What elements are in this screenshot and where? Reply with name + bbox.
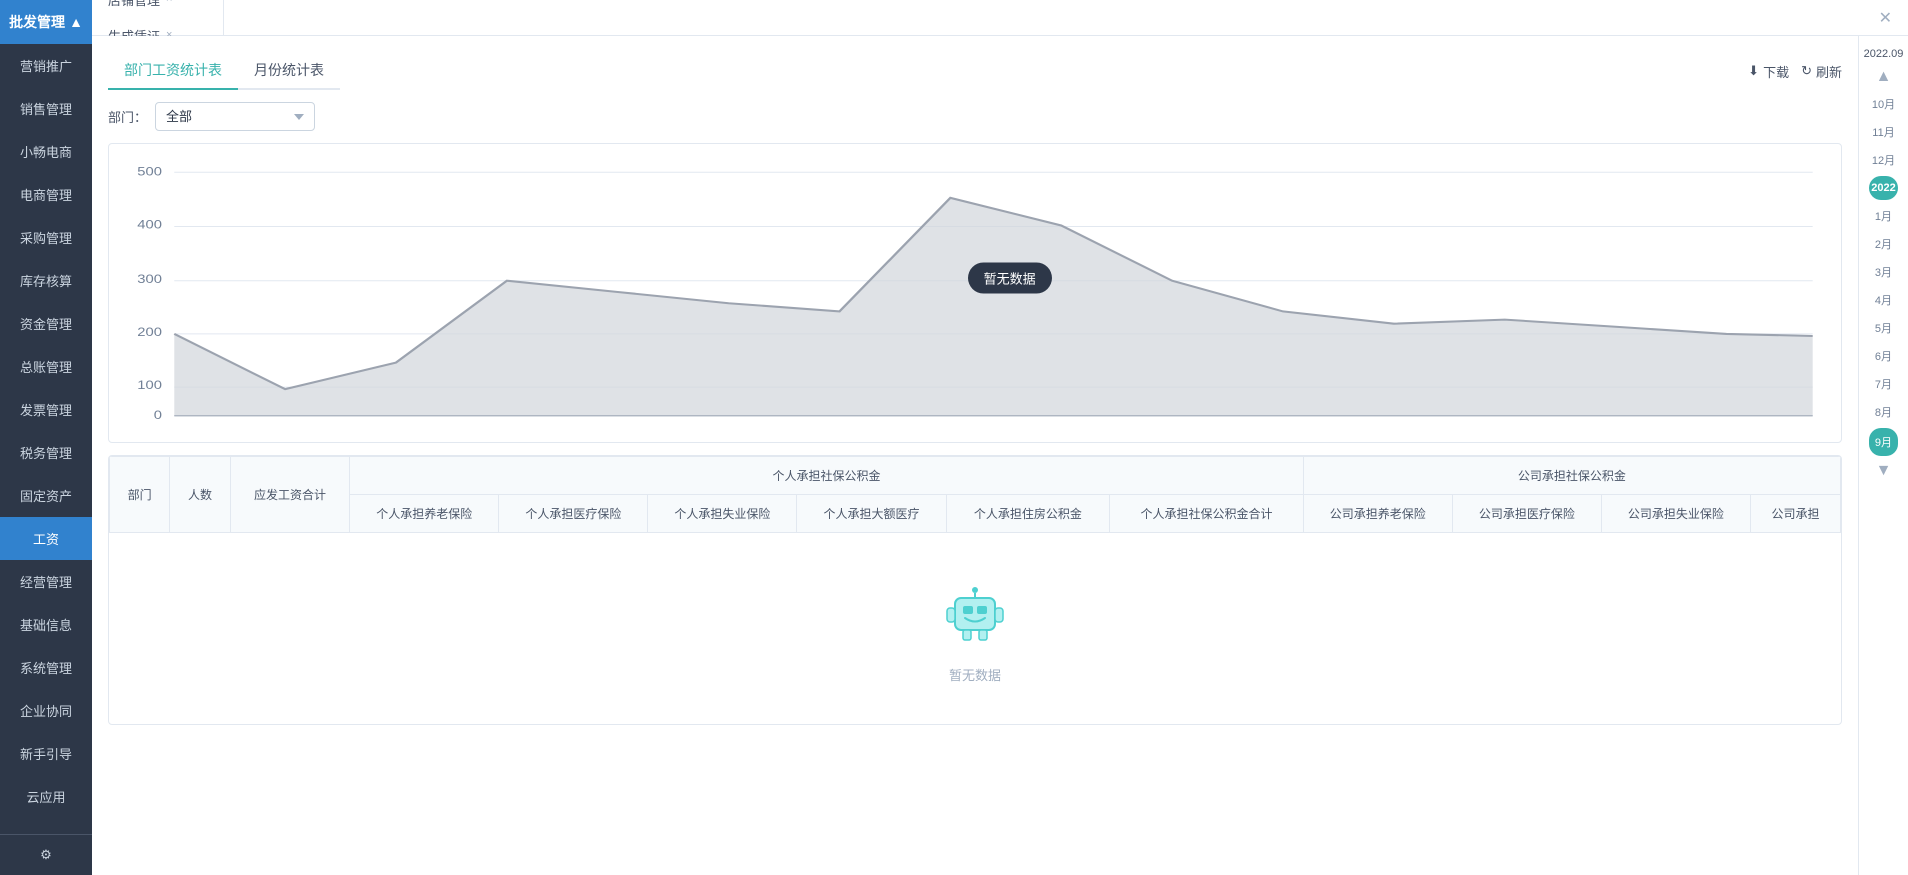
timeline-down-button[interactable]: ▼ bbox=[1872, 458, 1896, 484]
dept-select[interactable]: 全部 bbox=[155, 102, 315, 131]
timeline-item-1月[interactable]: 1月 bbox=[1863, 202, 1903, 230]
sidebar-item-inventory[interactable]: 库存核算 bbox=[0, 259, 92, 302]
th-company-unemployment: 公司承担失业保险 bbox=[1601, 495, 1750, 533]
download-label: 下载 bbox=[1763, 62, 1789, 81]
svg-text:200: 200 bbox=[137, 325, 162, 339]
sidebar: 批发管理 ▲ 营销推广销售管理小畅电商电商管理采购管理库存核算资金管理总账管理发… bbox=[0, 0, 92, 875]
timeline-item-12月[interactable]: 12月 bbox=[1863, 146, 1903, 174]
timeline-item-5月[interactable]: 5月 bbox=[1863, 314, 1903, 342]
timeline-item-7月[interactable]: 7月 bbox=[1863, 370, 1903, 398]
th-company-pension: 公司承担养老保险 bbox=[1303, 495, 1452, 533]
page: 部门工资统计表 月份统计表 ⬇ 下载 ↻ 刷新 部门： bbox=[92, 36, 1858, 875]
gear-icon: ⚙ bbox=[40, 847, 52, 862]
th-personal-total: 个人承担社保公积金合计 bbox=[1110, 495, 1303, 533]
sidebar-toggle-icon: ▲ bbox=[69, 14, 83, 30]
tab-close-store-mgmt[interactable]: × bbox=[166, 0, 172, 5]
timeline-item-3月[interactable]: 3月 bbox=[1863, 258, 1903, 286]
main-area: 首页门店商品目录×销货单×店铺管理×生成凭证×应收应付调整单×工资表×工资统计报… bbox=[92, 0, 1908, 875]
sidebar-item-operation[interactable]: 经营管理 bbox=[0, 560, 92, 603]
th-company-medical: 公司承担医疗保险 bbox=[1452, 495, 1601, 533]
refresh-icon: ↻ bbox=[1801, 63, 1812, 79]
svg-text:0: 0 bbox=[154, 408, 163, 422]
sidebar-title-text: 批发管理 bbox=[9, 12, 65, 32]
sidebar-item-ledger[interactable]: 总账管理 bbox=[0, 345, 92, 388]
timeline-item-9月[interactable]: 9月 bbox=[1869, 428, 1897, 456]
timeline-item-8月[interactable]: 8月 bbox=[1863, 398, 1903, 426]
download-icon: ⬇ bbox=[1748, 63, 1759, 79]
sidebar-item-salary[interactable]: 工资 bbox=[0, 517, 92, 560]
empty-state: 暂无数据 bbox=[110, 533, 1841, 724]
empty-icon bbox=[935, 573, 1015, 653]
svg-text:500: 500 bbox=[137, 165, 162, 179]
timeline-item-2月[interactable]: 2月 bbox=[1863, 230, 1903, 258]
th-personal-housing: 个人承担住房公积金 bbox=[946, 495, 1110, 533]
svg-text:300: 300 bbox=[137, 272, 162, 286]
refresh-button[interactable]: ↻ 刷新 bbox=[1801, 62, 1842, 81]
table-container: 部门 人数 应发工资合计 个人承担社保公积金 公司承担社保公积金 个人承担养老保… bbox=[108, 455, 1842, 725]
th-personal-social: 个人承担社保公积金 bbox=[350, 457, 1304, 495]
sidebar-item-guide[interactable]: 新手引导 bbox=[0, 732, 92, 775]
sidebar-item-ecommerce[interactable]: 电商管理 bbox=[0, 173, 92, 216]
timeline-up-button[interactable]: ▲ bbox=[1872, 64, 1896, 90]
table-header-row1: 部门 人数 应发工资合计 个人承担社保公积金 公司承担社保公积金 bbox=[110, 457, 1841, 495]
timeline-item-10月[interactable]: 10月 bbox=[1863, 90, 1903, 118]
timeline-items: 10月11月12月20221月2月3月4月5月6月7月8月9月 bbox=[1863, 90, 1903, 458]
timeline-panel: 2022.09 ▲ 10月11月12月20221月2月3月4月5月6月7月8月9… bbox=[1858, 36, 1908, 875]
th-company-social: 公司承担社保公积金 bbox=[1303, 457, 1840, 495]
th-personal-unemployment: 个人承担失业保险 bbox=[648, 495, 797, 533]
th-personal-medical: 个人承担医疗保险 bbox=[499, 495, 648, 533]
timeline-item-11月[interactable]: 11月 bbox=[1863, 118, 1903, 146]
th-company-more: 公司承担 bbox=[1750, 495, 1840, 533]
action-buttons: ⬇ 下载 ↻ 刷新 bbox=[1748, 62, 1842, 81]
sidebar-item-ecommerce-small[interactable]: 小畅电商 bbox=[0, 130, 92, 173]
table-empty-row: 暂无数据 bbox=[110, 533, 1841, 725]
tabbar-close-button[interactable]: ✕ bbox=[1867, 8, 1904, 28]
sidebar-items: 营销推广销售管理小畅电商电商管理采购管理库存核算资金管理总账管理发票管理税务管理… bbox=[0, 44, 92, 818]
download-button[interactable]: ⬇ 下载 bbox=[1748, 62, 1789, 81]
timeline-item-6月[interactable]: 6月 bbox=[1863, 342, 1903, 370]
filter-row: 部门： 全部 bbox=[108, 102, 1842, 131]
th-personal-major-medical: 个人承担大额医疗 bbox=[797, 495, 946, 533]
th-personal-pension: 个人承担养老保险 bbox=[350, 495, 499, 533]
sidebar-item-purchase[interactable]: 采购管理 bbox=[0, 216, 92, 259]
timeline-current: 2022.09 bbox=[1859, 44, 1908, 64]
sidebar-item-system[interactable]: 系统管理 bbox=[0, 646, 92, 689]
sidebar-item-enterprise[interactable]: 企业协同 bbox=[0, 689, 92, 732]
sidebar-item-tax[interactable]: 税务管理 bbox=[0, 431, 92, 474]
sidebar-item-invoice[interactable]: 发票管理 bbox=[0, 388, 92, 431]
dept-label: 部门： bbox=[108, 107, 147, 126]
data-table: 部门 人数 应发工资合计 个人承担社保公积金 公司承担社保公积金 个人承担养老保… bbox=[109, 456, 1841, 724]
chart-container: 500 400 300 200 100 0 暂 bbox=[108, 143, 1842, 443]
tab-label-store-mgmt: 店铺管理 bbox=[108, 0, 160, 9]
sub-tabs: 部门工资统计表 月份统计表 bbox=[108, 52, 340, 90]
sidebar-item-assets[interactable]: 固定资产 bbox=[0, 474, 92, 517]
th-dept: 部门 bbox=[110, 457, 170, 533]
refresh-label: 刷新 bbox=[1816, 62, 1842, 81]
sidebar-item-sales[interactable]: 销售管理 bbox=[0, 87, 92, 130]
table-header-row2: 个人承担养老保险 个人承担医疗保险 个人承担失业保险 个人承担大额医疗 个人承担… bbox=[110, 495, 1841, 533]
timeline-item-2022[interactable]: 2022 bbox=[1869, 176, 1897, 200]
tab-store-mgmt[interactable]: 店铺管理 × bbox=[96, 0, 224, 18]
tab-month-stats[interactable]: 月份统计表 bbox=[238, 52, 340, 90]
empty-label: 暂无数据 bbox=[949, 665, 1001, 684]
th-total-wage: 应发工资合计 bbox=[230, 457, 350, 533]
chart-no-data-tooltip: 暂无数据 bbox=[968, 263, 1052, 294]
chart-svg: 500 400 300 200 100 0 bbox=[125, 160, 1825, 426]
tab-dept-stats[interactable]: 部门工资统计表 bbox=[108, 52, 238, 90]
sidebar-item-basic[interactable]: 基础信息 bbox=[0, 603, 92, 646]
svg-text:400: 400 bbox=[137, 218, 162, 232]
settings-button[interactable]: ⚙ bbox=[0, 834, 92, 875]
sidebar-item-finance[interactable]: 资金管理 bbox=[0, 302, 92, 345]
timeline-item-4月[interactable]: 4月 bbox=[1863, 286, 1903, 314]
svg-text:100: 100 bbox=[137, 378, 162, 392]
sidebar-item-cloud[interactable]: 云应用 bbox=[0, 775, 92, 818]
tabbar: 首页门店商品目录×销货单×店铺管理×生成凭证×应收应付调整单×工资表×工资统计报… bbox=[92, 0, 1908, 36]
sidebar-title[interactable]: 批发管理 ▲ bbox=[0, 0, 92, 44]
sidebar-item-marketing[interactable]: 营销推广 bbox=[0, 44, 92, 87]
th-count: 人数 bbox=[170, 457, 230, 533]
content-area: 部门工资统计表 月份统计表 ⬇ 下载 ↻ 刷新 部门： bbox=[92, 36, 1908, 875]
